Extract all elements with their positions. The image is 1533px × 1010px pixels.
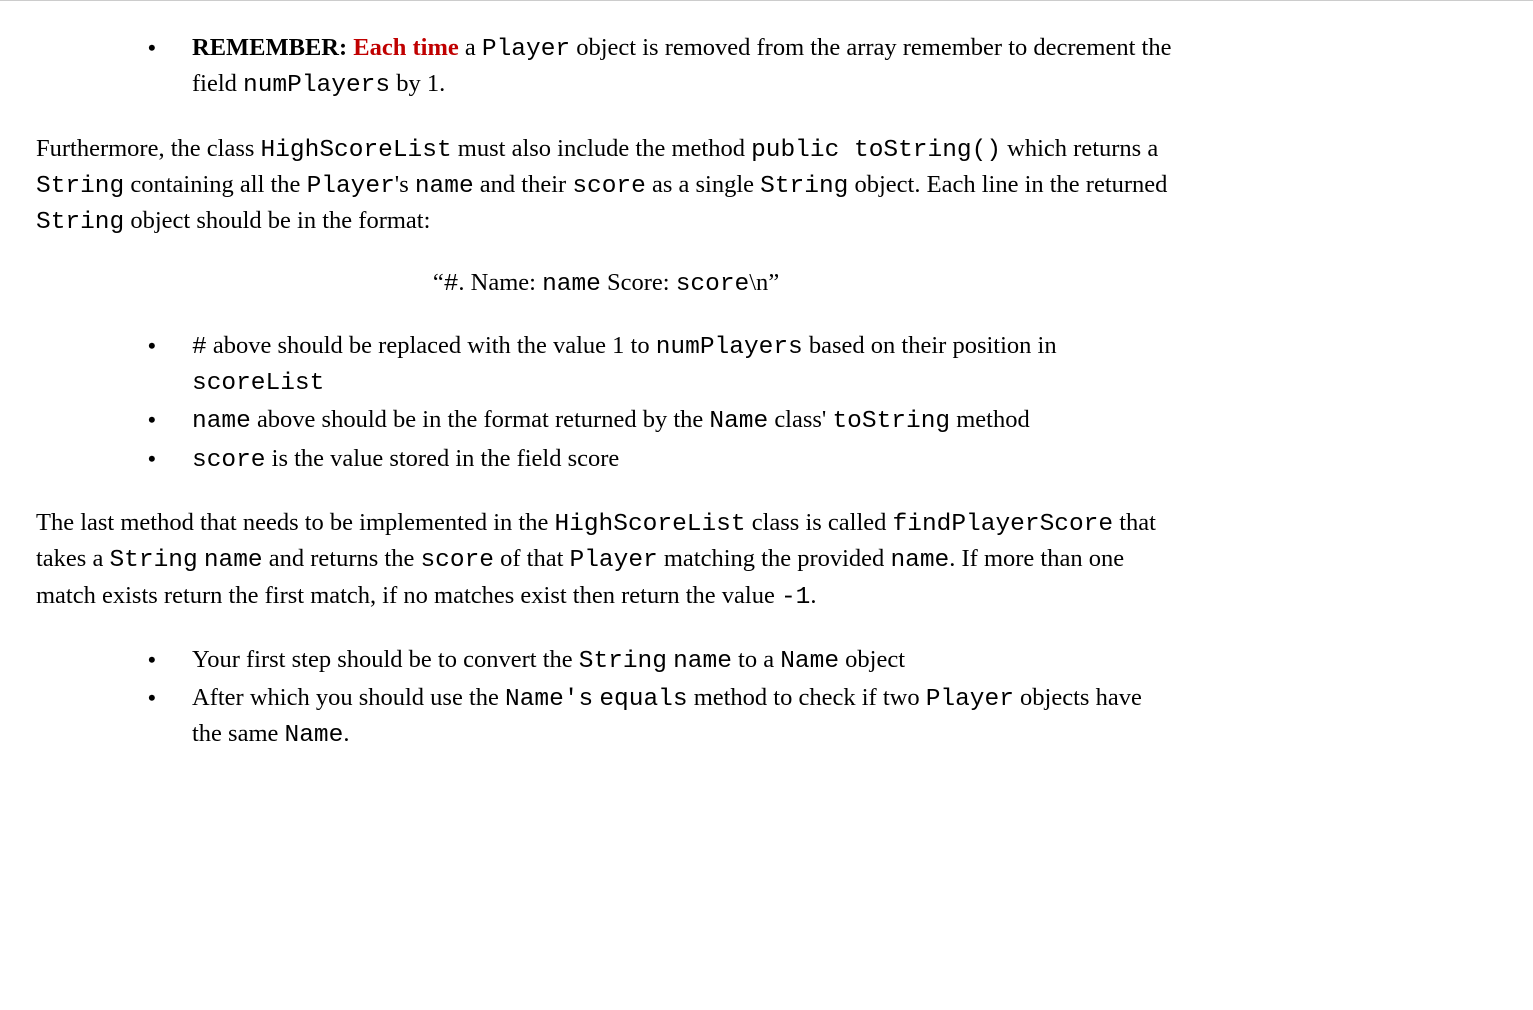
each-time-red: Each time xyxy=(353,34,458,61)
text: . xyxy=(343,720,349,747)
text: above should be replaced with the value … xyxy=(207,332,656,359)
text: method xyxy=(950,406,1030,433)
code-hash: # xyxy=(192,334,207,361)
code-name-class: Name xyxy=(780,648,839,675)
bullet-list-1: REMEMBER: Each time a Player object is r… xyxy=(136,31,1176,104)
code-score: score xyxy=(572,173,646,200)
bullet-remember: REMEMBER: Each time a Player object is r… xyxy=(136,31,1176,104)
text: Your first step should be to convert the xyxy=(192,646,579,673)
text: object should be in the format: xyxy=(124,207,430,234)
code-score: score xyxy=(192,447,266,474)
code-player: Player xyxy=(926,686,1014,713)
text: containing all the xyxy=(124,171,306,198)
code-tostring: toString xyxy=(832,408,950,435)
bullet-after-which: After which you should use the Name's eq… xyxy=(136,681,1176,754)
code-score: score xyxy=(676,271,750,298)
document-content: REMEMBER: Each time a Player object is r… xyxy=(36,31,1176,754)
text: Score: xyxy=(601,269,676,296)
code-hash: # xyxy=(444,271,459,298)
code-numplayers: numPlayers xyxy=(243,72,390,99)
quote-open: “ xyxy=(433,269,444,296)
text: as a single xyxy=(646,171,760,198)
bullet-list-2: # above should be replaced with the valu… xyxy=(136,329,1176,478)
code-highscorelist: HighScoreList xyxy=(554,511,745,538)
text: object. Each line in the returned xyxy=(848,171,1167,198)
text: object xyxy=(839,646,905,673)
text: and their xyxy=(474,171,573,198)
format-string-line: “#. Name: name Score: score\n” xyxy=(36,266,1176,302)
code-name: name xyxy=(192,408,251,435)
bullet-score: score is the value stored in the field s… xyxy=(136,442,1176,478)
code-string: String xyxy=(579,648,667,675)
bullet-first-step: Your first step should be to convert the… xyxy=(136,643,1176,679)
code-names: Name's xyxy=(505,686,593,713)
paragraph-tostring: Furthermore, the class HighScoreList mus… xyxy=(36,132,1176,241)
code-player: Player xyxy=(570,547,658,574)
code-name-class: Name xyxy=(285,722,344,749)
code-string: String xyxy=(760,173,848,200)
code-minus-one: -1 xyxy=(781,584,810,611)
code-string: String xyxy=(36,173,124,200)
text: 's xyxy=(395,171,415,198)
text: a xyxy=(459,34,482,61)
text: . Name: xyxy=(458,269,542,296)
code-name: name xyxy=(890,547,949,574)
text: class' xyxy=(768,406,832,433)
text: must also include the method xyxy=(452,135,751,162)
quote-close: ” xyxy=(768,269,779,296)
bullet-name: name above should be in the format retur… xyxy=(136,403,1176,439)
code-name-class: Name xyxy=(709,408,768,435)
text: method to check if two xyxy=(688,684,926,711)
code-equals: equals xyxy=(599,686,687,713)
code-string: String xyxy=(36,209,124,236)
code-name: name xyxy=(415,173,474,200)
text: which returns a xyxy=(1001,135,1158,162)
code-name: name xyxy=(673,648,732,675)
code-public-tostring: public toString() xyxy=(751,137,1001,164)
text: based on their position in xyxy=(803,332,1057,359)
text: above should be in the format returned b… xyxy=(251,406,710,433)
text: matching the provided xyxy=(658,545,891,572)
code-name: name xyxy=(542,271,601,298)
text: Furthermore, the class xyxy=(36,135,261,162)
code-findplayerscore: findPlayerScore xyxy=(893,511,1114,538)
text: is the value stored in the field score xyxy=(266,445,620,472)
text: \n xyxy=(749,269,768,296)
code-scorelist: scoreList xyxy=(192,370,324,397)
code-numplayers: numPlayers xyxy=(656,334,803,361)
text: After which you should use the xyxy=(192,684,505,711)
code-name: name xyxy=(204,547,263,574)
paragraph-findplayerscore: The last method that needs to be impleme… xyxy=(36,506,1176,615)
code-player: Player xyxy=(307,173,395,200)
bullet-hash: # above should be replaced with the valu… xyxy=(136,329,1176,402)
code-string: String xyxy=(109,547,197,574)
text: class is called xyxy=(746,509,893,536)
text: and returns the xyxy=(263,545,421,572)
text: of that xyxy=(494,545,570,572)
code-player: Player xyxy=(482,36,570,63)
text: The last method that needs to be impleme… xyxy=(36,509,554,536)
text: by 1. xyxy=(390,70,445,97)
code-score: score xyxy=(420,547,494,574)
bullet-list-3: Your first step should be to convert the… xyxy=(136,643,1176,754)
code-highscorelist: HighScoreList xyxy=(261,137,452,164)
remember-bold: REMEMBER: xyxy=(192,34,347,61)
text: to a xyxy=(732,646,780,673)
text: . xyxy=(810,582,816,609)
